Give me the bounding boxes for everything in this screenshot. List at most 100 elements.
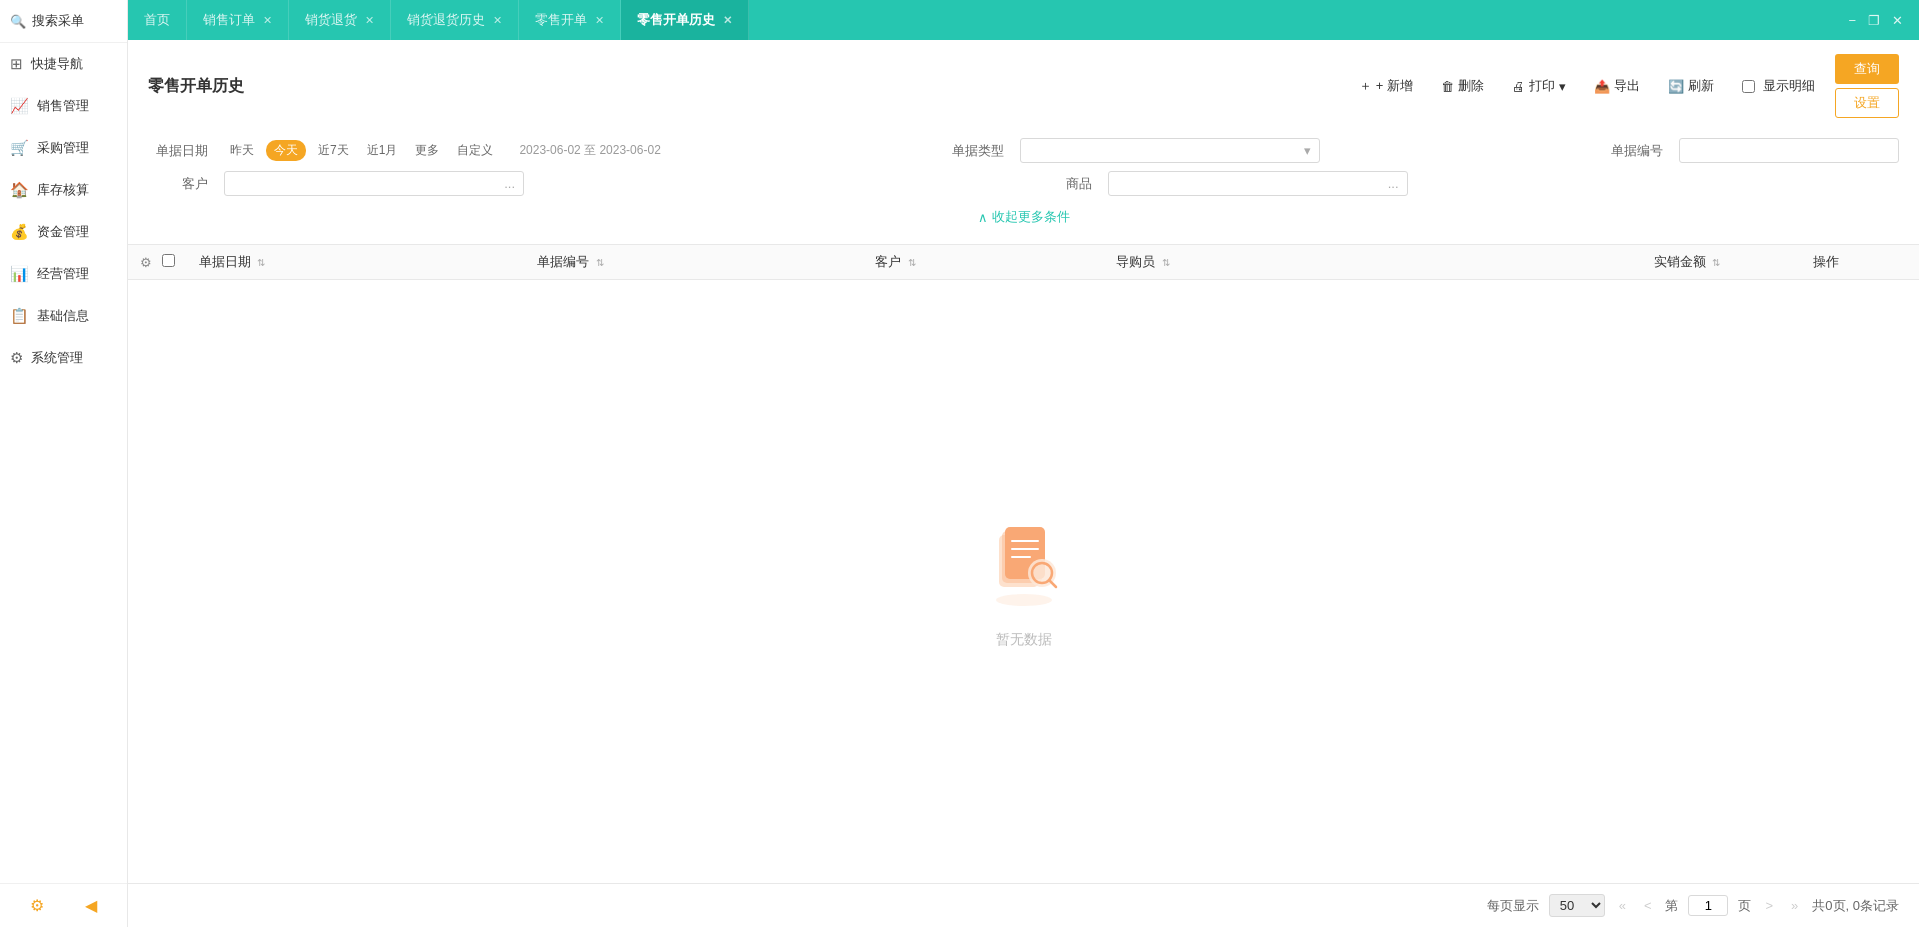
minimize-btn[interactable]: −: [1848, 13, 1856, 28]
select-all-checkbox[interactable]: [162, 254, 175, 267]
date-opt-yesterday[interactable]: 昨天: [224, 140, 260, 161]
sidebar-item-operation[interactable]: 📊 经营管理: [0, 253, 127, 295]
close-btn[interactable]: ✕: [1892, 13, 1903, 28]
sidebar-item-basic-info[interactable]: 📋基础信息: [0, 295, 127, 337]
add-button[interactable]: ＋ + 新增: [1351, 73, 1421, 99]
per-page-select[interactable]: 50 10 20 100: [1549, 894, 1605, 917]
sidebar-search-label: 搜索采单: [32, 12, 84, 30]
nav-label-system-mgmt: 系统管理: [31, 349, 83, 367]
collapse-sidebar-icon[interactable]: ◀: [85, 896, 97, 915]
delete-icon: 🗑: [1441, 79, 1454, 94]
nav-label-purchase-mgmt: 采购管理: [37, 139, 89, 157]
delete-label: 删除: [1458, 77, 1484, 95]
sidebar: 🔍 搜索采单 ⊞快捷导航 📈 销售管理 🛒采购管理🏠库存核算 💰 资金管理 📊 经营管理 📋基础…: [0, 0, 128, 927]
first-page-btn[interactable]: «: [1615, 896, 1630, 915]
sidebar-item-purchase-mgmt[interactable]: 🛒采购管理: [0, 127, 127, 169]
add-label: + 新增: [1376, 77, 1413, 95]
main-content: 零售开单历史 ＋ + 新增 🗑 删除 🖨 打印 ▾: [128, 40, 1919, 927]
tab-close-retail-open[interactable]: ✕: [595, 14, 604, 27]
goods-dots: ...: [1388, 176, 1399, 191]
date-opt-more[interactable]: 更多: [409, 140, 445, 161]
page-input[interactable]: [1688, 895, 1728, 916]
tab-retail-open[interactable]: 零售开单 ✕: [519, 0, 621, 40]
collapse-btn[interactable]: ∧ 收起更多条件: [148, 204, 1899, 234]
sidebar-item-system-mgmt[interactable]: ⚙系统管理: [0, 337, 127, 379]
col-date: 单据日期 ⇅: [187, 245, 525, 280]
col-date-label: 单据日期: [199, 254, 251, 269]
tab-label-sales-return-history: 销货退货历史: [407, 11, 485, 29]
col-amount-sort[interactable]: ⇅: [1712, 257, 1720, 268]
tab-close-retail-open-history[interactable]: ✕: [723, 14, 732, 27]
search-icon: 🔍: [10, 14, 26, 29]
tab-home[interactable]: 首页: [128, 0, 187, 40]
nav-label-basic-info: 基础信息: [37, 307, 89, 325]
export-button[interactable]: 📤 导出: [1586, 73, 1648, 99]
tab-bar-right: − ❐ ✕: [1848, 13, 1919, 28]
print-button[interactable]: 🖨 打印 ▾: [1504, 73, 1574, 99]
empty-icon: [974, 515, 1074, 615]
main-area: 首页销售订单✕销货退货✕ 销货退货历史 ✕ 零售开单 ✕ 零售开单历史 ✕ − ❐ ✕ 零售…: [128, 0, 1919, 927]
restore-btn[interactable]: ❐: [1868, 13, 1880, 28]
date-options: 昨天今天近7天近1月更多自定义: [224, 140, 499, 161]
col-salesperson-sort[interactable]: ⇅: [1162, 257, 1170, 268]
col-amount-label: 实销金额: [1654, 254, 1706, 269]
col-customer-sort[interactable]: ⇅: [908, 257, 916, 268]
tab-close-sales-order[interactable]: ✕: [263, 14, 272, 27]
prev-page-btn[interactable]: <: [1640, 896, 1656, 915]
tab-bar: 首页销售订单✕销货退货✕ 销货退货历史 ✕ 零售开单 ✕ 零售开单历史 ✕ − ❐ ✕: [128, 0, 1919, 40]
tab-sales-return[interactable]: 销货退货✕: [289, 0, 391, 40]
per-page-label: 每页显示: [1487, 897, 1539, 915]
col-customer-label: 客户: [875, 254, 901, 269]
date-opt-last1month[interactable]: 近1月: [361, 140, 404, 161]
date-opt-last7days[interactable]: 近7天: [312, 140, 355, 161]
nav-label-sales-mgmt: 销售管理: [37, 97, 89, 115]
date-opt-custom[interactable]: 自定义: [451, 140, 499, 161]
sidebar-search[interactable]: 🔍 搜索采单: [0, 0, 127, 43]
display-detail-checkbox[interactable]: [1742, 80, 1755, 93]
filter-area: 单据日期 昨天今天近7天近1月更多自定义 2023-06-02 至 2023-0…: [148, 128, 1899, 244]
col-no-sort[interactable]: ⇅: [596, 257, 604, 268]
date-opt-today[interactable]: 今天: [266, 140, 306, 161]
sidebar-item-quick-nav[interactable]: ⊞快捷导航: [0, 43, 127, 85]
last-page-btn[interactable]: »: [1787, 896, 1802, 915]
doc-no-input[interactable]: [1679, 138, 1899, 163]
tab-close-sales-return[interactable]: ✕: [365, 14, 374, 27]
sidebar-item-inventory[interactable]: 🏠库存核算: [0, 169, 127, 211]
delete-button[interactable]: 🗑 删除: [1433, 73, 1492, 99]
goods-input[interactable]: ...: [1108, 171, 1408, 196]
nav-icon-inventory: 🏠: [10, 181, 29, 199]
tab-close-sales-return-history[interactable]: ✕: [493, 14, 502, 27]
refresh-button[interactable]: 🔄 刷新: [1660, 73, 1722, 99]
print-dropdown-icon: ▾: [1559, 79, 1566, 94]
goods-label: 商品: [1032, 175, 1092, 193]
display-detail-button[interactable]: 显示明细: [1734, 73, 1823, 99]
col-salesperson: 导购员 ⇅: [1104, 245, 1394, 280]
tab-sales-order[interactable]: 销售订单✕: [187, 0, 289, 40]
next-page-btn[interactable]: >: [1761, 896, 1777, 915]
sidebar-item-finance[interactable]: 💰 资金管理: [0, 211, 127, 253]
col-date-sort[interactable]: ⇅: [257, 257, 265, 268]
customer-input[interactable]: ...: [224, 171, 524, 196]
page-label-post: 页: [1738, 897, 1751, 915]
tab-retail-open-history[interactable]: 零售开单历史 ✕: [621, 0, 749, 40]
date-filter-label: 单据日期: [148, 142, 208, 160]
sidebar-item-sales-mgmt[interactable]: 📈 销售管理: [0, 85, 127, 127]
nav-icon-operation: 📊: [10, 265, 29, 283]
page-title-bar: 零售开单历史 ＋ + 新增 🗑 删除 🖨 打印 ▾: [148, 54, 1899, 118]
setting-button[interactable]: 设置: [1835, 88, 1899, 118]
tab-label-retail-open: 零售开单: [535, 11, 587, 29]
table-header-row: ⚙ 单据日期 ⇅ 单据编号 ⇅ 客户 ⇅: [128, 245, 1919, 280]
settings-icon[interactable]: ⚙: [30, 896, 44, 915]
nav-icon-finance: 💰: [10, 223, 29, 241]
nav-label-operation: 经营管理: [37, 265, 89, 283]
nav-icon-sales-mgmt: 📈: [10, 97, 29, 115]
doc-type-select[interactable]: ▾: [1020, 138, 1320, 163]
refresh-label: 刷新: [1688, 77, 1714, 95]
nav-label-finance: 资金管理: [37, 223, 89, 241]
gear-icon-table[interactable]: ⚙: [140, 255, 152, 270]
query-button[interactable]: 查询: [1835, 54, 1899, 84]
collapse-label: 收起更多条件: [992, 208, 1070, 226]
filter-row-2: 客户 ... 商品 ...: [148, 171, 1899, 196]
tab-sales-return-history[interactable]: 销货退货历史 ✕: [391, 0, 519, 40]
tab-label-retail-open-history: 零售开单历史: [637, 11, 715, 29]
